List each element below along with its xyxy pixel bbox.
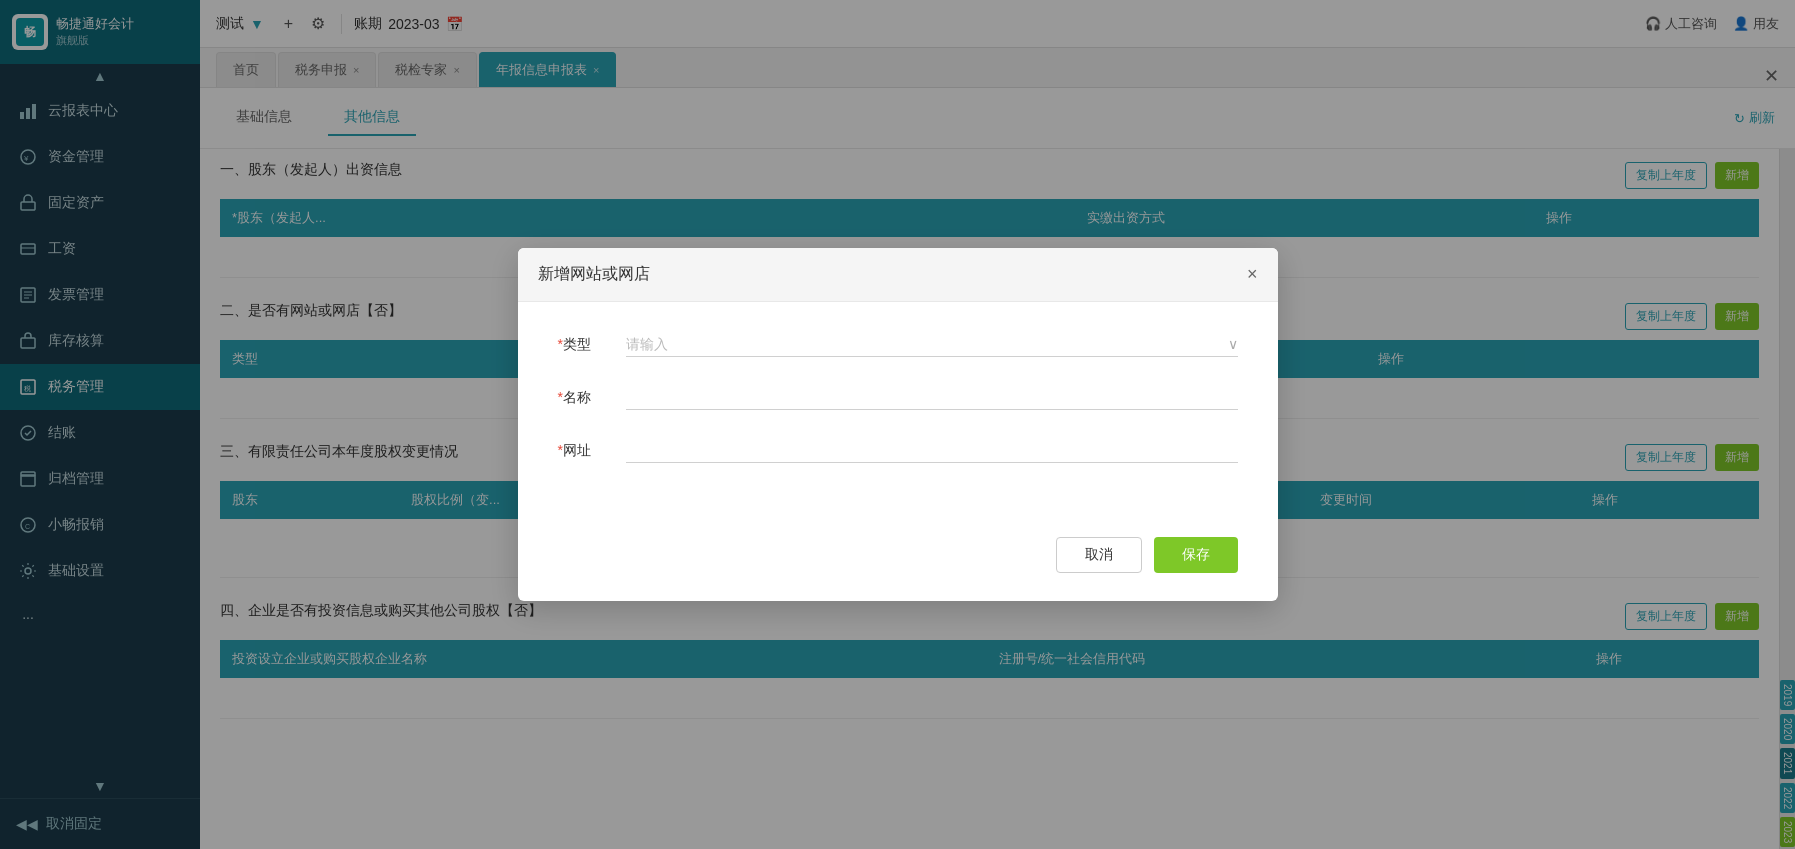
url-input-wrap bbox=[626, 438, 1238, 463]
dialog-footer: 取消 保存 bbox=[518, 521, 1278, 601]
type-dropdown-arrow[interactable]: ∨ bbox=[1228, 336, 1238, 352]
form-field-name: *名称 bbox=[558, 385, 1238, 410]
dialog-body: *类型 ∨ *名称 *网址 bbox=[518, 302, 1278, 521]
url-label: *网址 bbox=[558, 442, 618, 460]
dialog-add-website: 新增网站或网店 × *类型 ∨ *名称 bbox=[518, 248, 1278, 601]
dialog-title: 新增网站或网店 bbox=[538, 264, 650, 285]
name-required-mark: * bbox=[558, 389, 563, 405]
dialog-close-btn[interactable]: × bbox=[1247, 264, 1258, 285]
type-input-wrap: ∨ bbox=[626, 332, 1238, 357]
cancel-btn[interactable]: 取消 bbox=[1056, 537, 1142, 573]
type-label: *类型 bbox=[558, 336, 618, 354]
form-field-type: *类型 ∨ bbox=[558, 332, 1238, 357]
dialog-overlay: 新增网站或网店 × *类型 ∨ *名称 bbox=[0, 0, 1795, 849]
name-label: *名称 bbox=[558, 389, 618, 407]
type-required-mark: * bbox=[558, 336, 563, 352]
url-input[interactable] bbox=[626, 442, 1238, 458]
name-input-wrap bbox=[626, 385, 1238, 410]
type-input[interactable] bbox=[626, 336, 1228, 352]
form-field-url: *网址 bbox=[558, 438, 1238, 463]
dialog-header: 新增网站或网店 × bbox=[518, 248, 1278, 302]
url-required-mark: * bbox=[558, 442, 563, 458]
save-btn[interactable]: 保存 bbox=[1154, 537, 1238, 573]
name-input[interactable] bbox=[626, 389, 1238, 405]
